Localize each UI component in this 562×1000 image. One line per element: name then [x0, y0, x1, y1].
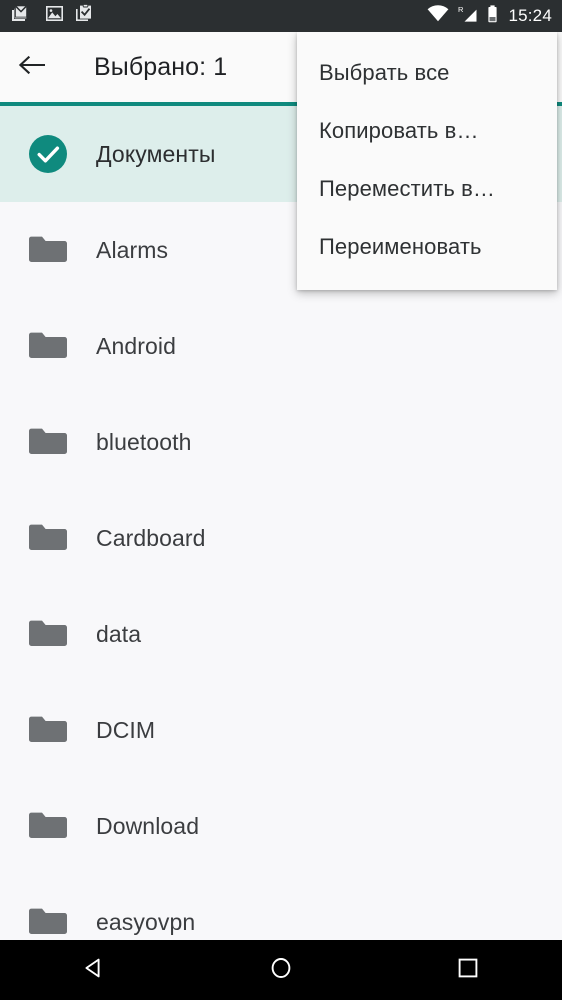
- list-item-label: Alarms: [96, 236, 169, 263]
- check-circle-icon: [0, 106, 96, 202]
- nav-home-button[interactable]: [226, 940, 336, 1000]
- list-item[interactable]: data: [0, 586, 562, 682]
- list-item[interactable]: Android: [0, 298, 562, 394]
- nav-back-icon: [81, 955, 107, 986]
- menu-item-select-all[interactable]: Выбрать все: [297, 44, 557, 102]
- status-bar: R 15:24: [0, 0, 562, 32]
- battery-icon: [487, 4, 498, 28]
- menu-item-rename[interactable]: Переименовать: [297, 218, 557, 276]
- nav-back-button[interactable]: [39, 940, 149, 1000]
- list-item[interactable]: bluetooth: [0, 394, 562, 490]
- list-item[interactable]: Cardboard: [0, 490, 562, 586]
- clipboard-check-icon: [76, 3, 97, 28]
- menu-item-copy-to[interactable]: Копировать в…: [297, 102, 557, 160]
- status-bar-system-icons: R 15:24: [427, 5, 552, 28]
- list-item-label: Документы: [96, 140, 216, 167]
- list-item-label: DCIM: [96, 716, 156, 743]
- status-bar-notification-icons: [12, 3, 97, 28]
- folder-icon: [0, 874, 96, 940]
- list-item-label: bluetooth: [96, 428, 192, 455]
- nav-home-icon: [268, 955, 294, 986]
- wifi-icon: [427, 5, 449, 27]
- overflow-popup-menu[interactable]: Выбрать все Копировать в… Переместить в……: [297, 32, 557, 290]
- folder-icon: [0, 490, 96, 586]
- menu-item-label: Копировать в…: [319, 118, 479, 143]
- menu-item-move-to[interactable]: Переместить в…: [297, 160, 557, 218]
- folder-icon: [0, 298, 96, 394]
- nav-recents-icon: [455, 955, 481, 986]
- list-item[interactable]: DCIM: [0, 682, 562, 778]
- back-arrow-icon: [18, 53, 46, 82]
- folder-icon: [0, 682, 96, 778]
- image-icon: [45, 4, 64, 28]
- menu-item-label: Переименовать: [319, 234, 482, 259]
- list-item-label: easyovpn: [96, 908, 196, 935]
- folder-icon: [0, 202, 96, 298]
- list-item-label: data: [96, 620, 142, 647]
- list-item[interactable]: easyovpn: [0, 874, 562, 940]
- mail-stack-icon: [12, 4, 33, 28]
- list-item-label: Android: [96, 332, 176, 359]
- list-item-label: Download: [96, 812, 200, 839]
- folder-icon: [0, 394, 96, 490]
- status-bar-clock: 15:24: [508, 6, 552, 25]
- menu-item-label: Выбрать все: [319, 60, 450, 85]
- folder-icon: [0, 778, 96, 874]
- nav-recents-button[interactable]: [413, 940, 523, 1000]
- folder-icon: [0, 586, 96, 682]
- phone-screen: R 15:24 Выбрано: 1 Документы Alarms Andr…: [0, 0, 562, 1000]
- page-title: Выбрано: 1: [94, 52, 228, 81]
- list-item[interactable]: Download: [0, 778, 562, 874]
- back-button[interactable]: [0, 32, 64, 102]
- signal-roaming-icon: R: [456, 5, 480, 28]
- list-item-label: Cardboard: [96, 524, 206, 551]
- menu-item-label: Переместить в…: [319, 176, 495, 201]
- android-navigation-bar: [0, 940, 562, 1000]
- svg-text:R: R: [458, 5, 464, 14]
